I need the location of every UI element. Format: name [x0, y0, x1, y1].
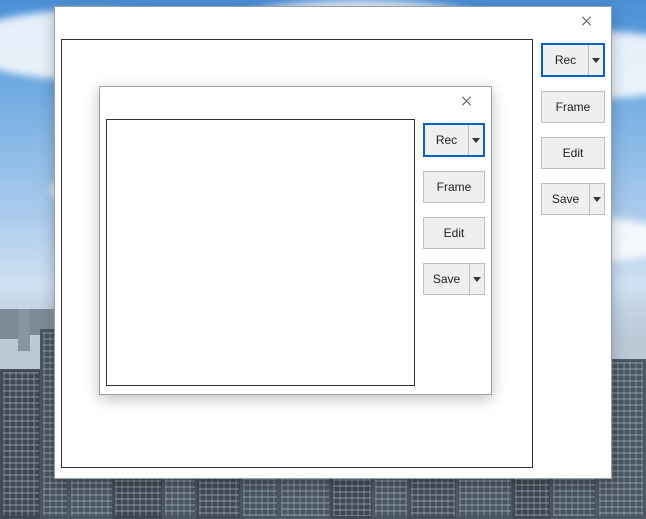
close-icon — [582, 16, 592, 26]
frame-label: Frame — [437, 180, 472, 194]
rec-dropdown[interactable] — [589, 58, 603, 63]
close-icon — [462, 96, 472, 106]
chevron-down-icon — [592, 58, 600, 63]
frame-button[interactable]: Frame — [541, 91, 605, 123]
edit-button[interactable]: Edit — [541, 137, 605, 169]
frame-toolbar: Rec Frame Edit Save — [417, 115, 491, 394]
chevron-down-icon — [473, 277, 481, 282]
frame-capture-area[interactable] — [106, 119, 415, 386]
chevron-down-icon — [472, 138, 480, 143]
frame-button[interactable]: Frame — [423, 171, 485, 203]
save-label: Save — [542, 184, 590, 214]
rec-dropdown[interactable] — [469, 138, 483, 143]
edit-label: Edit — [444, 226, 465, 240]
chevron-down-icon — [593, 197, 601, 202]
gifcam-toolbar: Rec Frame Edit Save — [535, 35, 611, 478]
edit-label: Edit — [563, 146, 584, 160]
rec-button[interactable]: Rec — [423, 123, 485, 157]
save-dropdown[interactable] — [470, 277, 484, 282]
save-dropdown[interactable] — [590, 197, 604, 202]
edit-button[interactable]: Edit — [423, 217, 485, 249]
save-label: Save — [424, 264, 470, 294]
save-button[interactable]: Save — [541, 183, 605, 215]
frame-label: Frame — [556, 100, 591, 114]
rec-label: Rec — [543, 45, 589, 75]
rec-button[interactable]: Rec — [541, 43, 605, 77]
frame-window[interactable]: Frame 1 Delay 3.7 Rec Frame Edit Sa — [99, 86, 492, 395]
save-button[interactable]: Save — [423, 263, 485, 295]
rec-label: Rec — [425, 125, 469, 155]
